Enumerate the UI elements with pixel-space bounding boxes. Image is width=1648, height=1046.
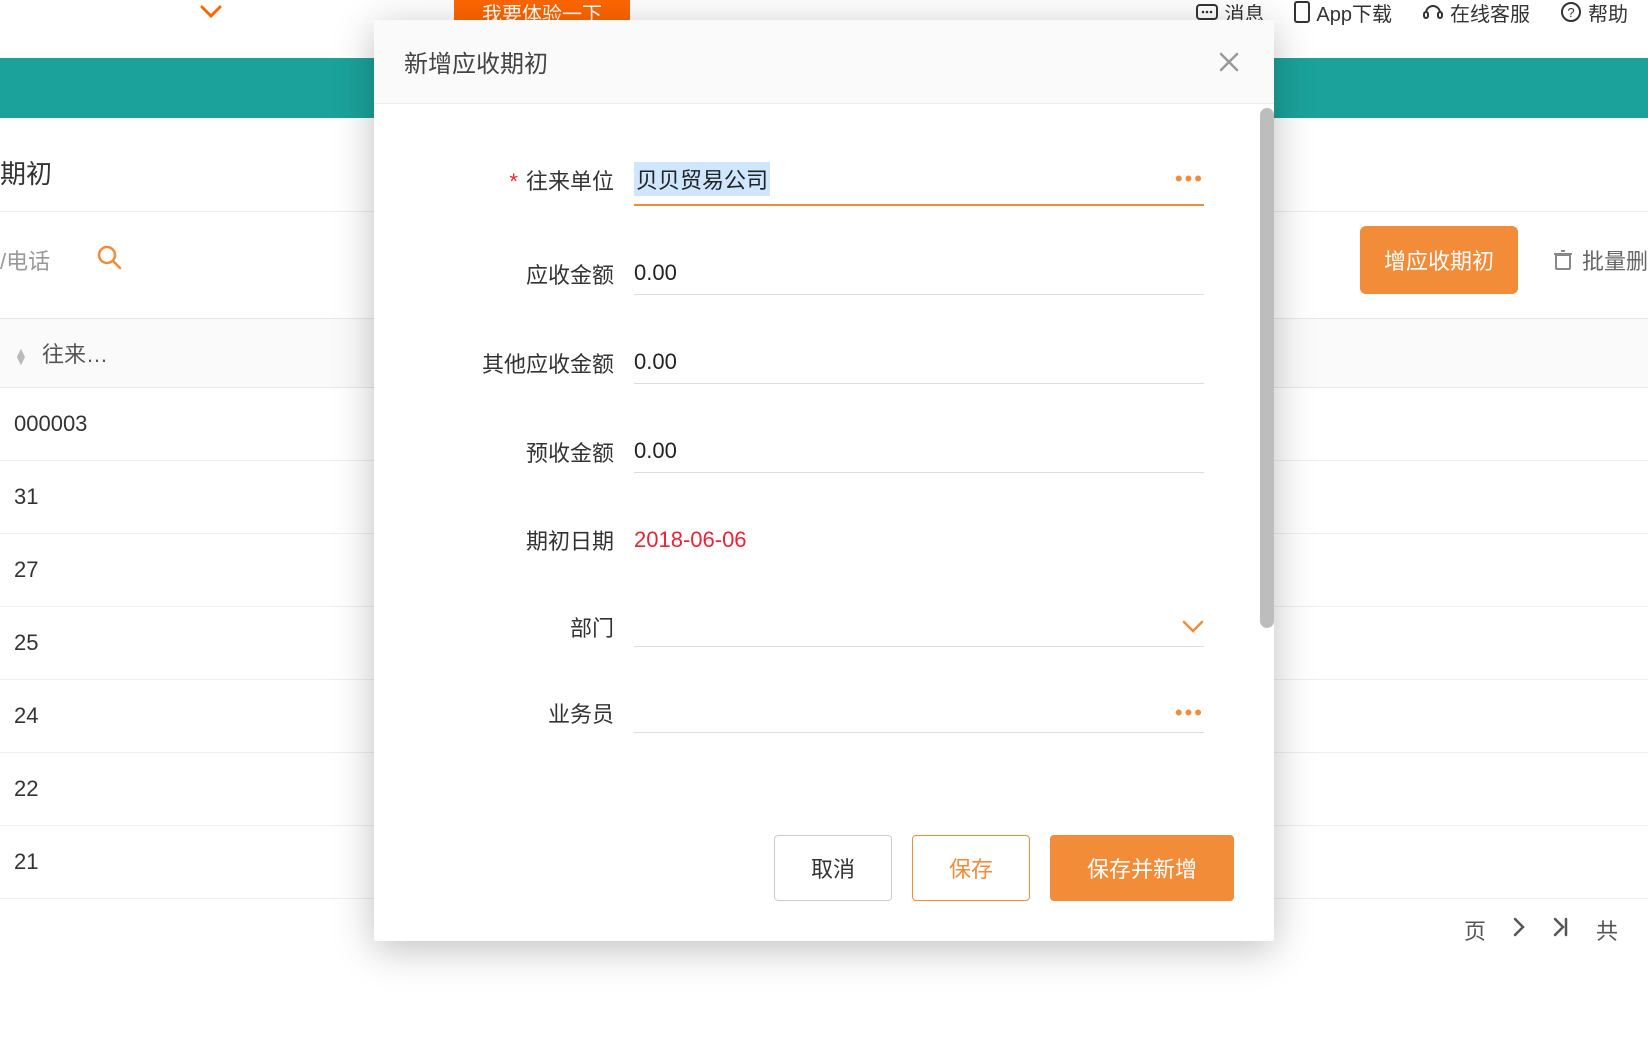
prepaid-row: 预收金额 0.00 [444, 430, 1204, 473]
prepaid-label: 预收金额 [444, 436, 634, 468]
scrollbar[interactable] [1260, 108, 1274, 628]
close-icon[interactable] [1214, 47, 1244, 77]
more-icon[interactable]: ••• [1175, 700, 1204, 726]
modal-header: 新增应收期初 [374, 20, 1274, 104]
other-receivable-field[interactable]: 0.00 [634, 341, 1204, 384]
modal-overlay: 新增应收期初 *往来单位 贝贝贸易公司 ••• 应收金额 0.00 [0, 0, 1648, 1046]
initial-date-row: 期初日期 2018-06-06 [444, 519, 1204, 561]
department-field[interactable] [634, 607, 1204, 647]
save-button[interactable]: 保存 [912, 835, 1030, 901]
initial-date-field: 2018-06-06 [634, 519, 1204, 561]
modal-footer: 取消 保存 保存并新增 [374, 809, 1274, 941]
add-receivable-modal: 新增应收期初 *往来单位 贝贝贸易公司 ••• 应收金额 0.00 [374, 20, 1274, 941]
other-receivable-value: 0.00 [634, 349, 677, 375]
initial-date-value: 2018-06-06 [634, 527, 747, 553]
department-row: 部门 [444, 607, 1204, 647]
save-and-new-button[interactable]: 保存并新增 [1050, 835, 1234, 901]
salesperson-label: 业务员 [444, 697, 634, 729]
modal-body: *往来单位 贝贝贸易公司 ••• 应收金额 0.00 其他应收金额 0.00 [374, 104, 1274, 809]
chevron-down-icon[interactable] [1182, 614, 1204, 640]
modal-title: 新增应收期初 [404, 44, 548, 79]
more-icon[interactable]: ••• [1175, 166, 1204, 192]
partner-field[interactable]: 贝贝贸易公司 ••• [634, 154, 1204, 206]
other-receivable-row: 其他应收金额 0.00 [444, 341, 1204, 384]
receivable-value: 0.00 [634, 260, 677, 286]
cancel-button[interactable]: 取消 [774, 835, 892, 901]
receivable-field[interactable]: 0.00 [634, 252, 1204, 295]
prepaid-field[interactable]: 0.00 [634, 430, 1204, 473]
initial-date-label: 期初日期 [444, 524, 634, 556]
partner-label: *往来单位 [444, 164, 634, 196]
other-receivable-label: 其他应收金额 [444, 347, 634, 379]
salesperson-row: 业务员 ••• [444, 693, 1204, 733]
prepaid-value: 0.00 [634, 438, 677, 464]
receivable-row: 应收金额 0.00 [444, 252, 1204, 295]
salesperson-field[interactable]: ••• [634, 693, 1204, 733]
partner-value: 贝贝贸易公司 [634, 162, 770, 196]
department-label: 部门 [444, 611, 634, 643]
receivable-label: 应收金额 [444, 258, 634, 290]
partner-row: *往来单位 贝贝贸易公司 ••• [444, 154, 1204, 206]
